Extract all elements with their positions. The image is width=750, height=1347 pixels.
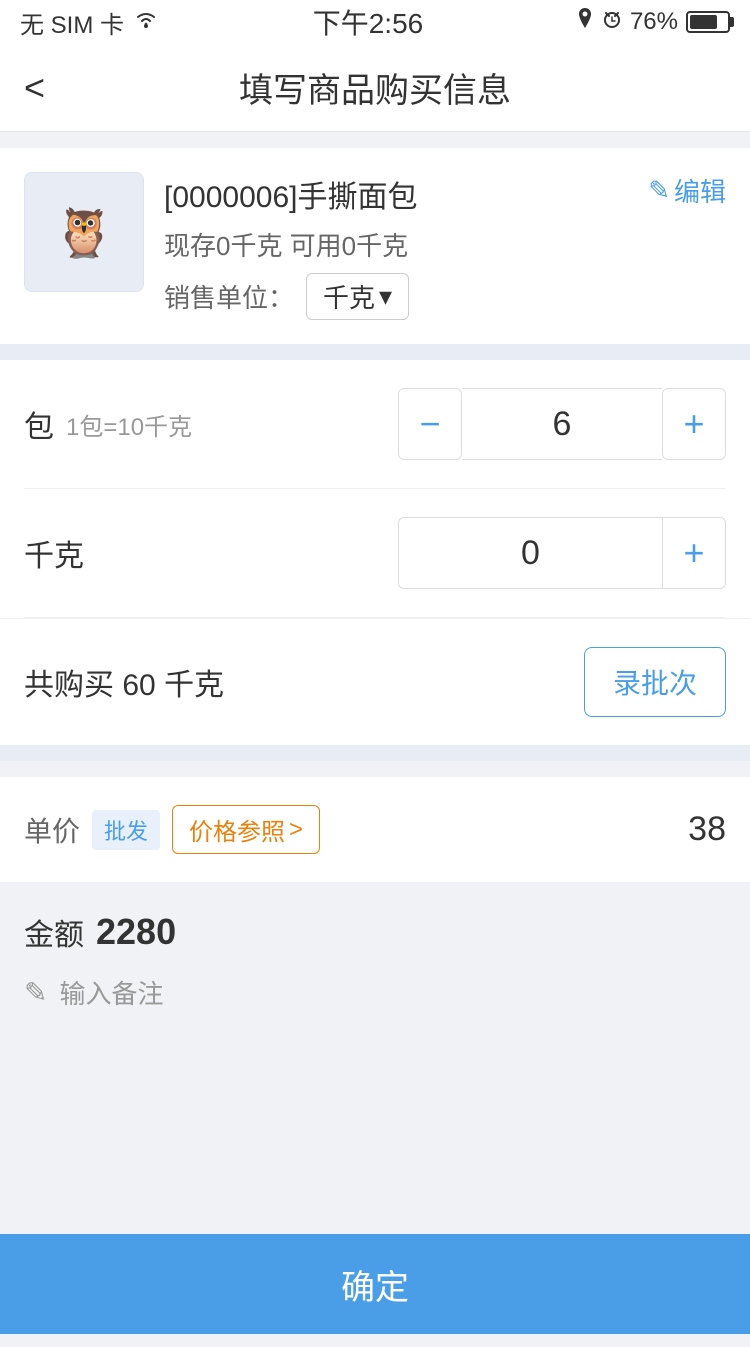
quantity-label-kg: 千克 [24, 531, 398, 575]
price-ref-button[interactable]: 价格参照 > [172, 805, 320, 854]
amount-label: 金额 [24, 910, 84, 954]
edit-icon: ✎ [648, 175, 670, 206]
page-title: 填写商品购买信息 [239, 63, 511, 112]
price-section: 单价 批发 价格参照 > 38 [0, 777, 750, 882]
total-prefix: 共购买 [24, 669, 114, 702]
increment-kg-button[interactable]: + [662, 517, 726, 589]
unit-dropdown[interactable]: 千克 ▾ [306, 273, 409, 320]
price-label: 单价 批发 价格参照 > [24, 805, 320, 854]
product-unit-row: 销售单位： 千克 ▾ [164, 273, 726, 320]
quantity-row-kg: 千克 + [24, 489, 726, 618]
edit-label: 编辑 [674, 172, 726, 209]
edit-button[interactable]: ✎ 编辑 [648, 172, 726, 209]
product-info: [0000006]手撕面包 现存0千克 可用0千克 销售单位： 千克 ▾ [164, 172, 726, 320]
price-tag: 批发 [92, 810, 160, 850]
separator-2 [0, 745, 750, 761]
increment-bao-button[interactable]: + [662, 388, 726, 460]
wifi-icon [132, 8, 160, 36]
product-card: 🦉 [0000006]手撕面包 现存0千克 可用0千克 销售单位： 千克 ▾ ✎… [0, 148, 750, 344]
total-text: 共购买 60 千克 [24, 660, 224, 704]
amount-row: 金额 2280 [24, 910, 726, 954]
status-left: 无 SIM 卡 [20, 5, 160, 40]
location-icon [576, 8, 594, 37]
unit-value: 千克 [323, 278, 375, 315]
price-row: 单价 批发 价格参照 > 38 [24, 805, 726, 854]
battery-icon [686, 11, 730, 33]
confirm-button[interactable]: 确定 [0, 1234, 750, 1334]
unit-bao: 包 [24, 402, 54, 446]
sim-label: 无 SIM 卡 [20, 5, 124, 40]
quantity-input-kg[interactable] [398, 517, 662, 589]
pencil-icon: ✎ [24, 976, 47, 1009]
product-logo: 🦉 [54, 204, 114, 261]
status-right: 76% [576, 8, 730, 37]
product-stock: 现存0千克 可用0千克 [164, 226, 726, 263]
note-placeholder: 输入备注 [59, 974, 163, 1011]
total-row: 共购买 60 千克 录批次 [0, 618, 750, 745]
status-time: 下午2:56 [313, 2, 424, 42]
amount-value: 2280 [96, 911, 176, 953]
price-ref-label: 价格参照 [189, 812, 285, 847]
amount-section: 金额 2280 ✎ 输入备注 [0, 882, 750, 1027]
status-bar: 无 SIM 卡 下午2:56 76% [0, 0, 750, 44]
quantity-input-bao[interactable] [462, 388, 662, 460]
nav-bar: < 填写商品购买信息 [0, 44, 750, 132]
total-unit: 千克 [164, 669, 224, 702]
product-name: [0000006]手撕面包 [164, 172, 726, 216]
price-value: 38 [688, 810, 726, 849]
decrement-bao-button[interactable]: − [398, 388, 462, 460]
price-ref-arrow: > [289, 816, 303, 844]
total-amount: 60 [122, 669, 164, 702]
price-label-text: 单价 [24, 810, 80, 850]
quantity-label-bao: 包 1包=10千克 [24, 402, 398, 446]
quantity-control-kg: + [398, 517, 726, 589]
product-image: 🦉 [24, 172, 144, 292]
separator-1 [0, 344, 750, 360]
battery-percent: 76% [630, 8, 678, 36]
back-button[interactable]: < [24, 67, 45, 109]
quantity-control-bao: − + [398, 388, 726, 460]
unit-label: 销售单位： [164, 278, 294, 315]
quantity-hint-bao: 1包=10千克 [66, 407, 192, 442]
quantity-section: 包 1包=10千克 − + 千克 + [0, 360, 750, 618]
unit-kg: 千克 [24, 531, 84, 575]
record-batch-button[interactable]: 录批次 [584, 647, 726, 717]
quantity-row-bao: 包 1包=10千克 − + [24, 360, 726, 489]
alarm-icon [602, 8, 622, 36]
note-row[interactable]: ✎ 输入备注 [24, 974, 726, 1011]
dropdown-arrow: ▾ [379, 281, 392, 312]
